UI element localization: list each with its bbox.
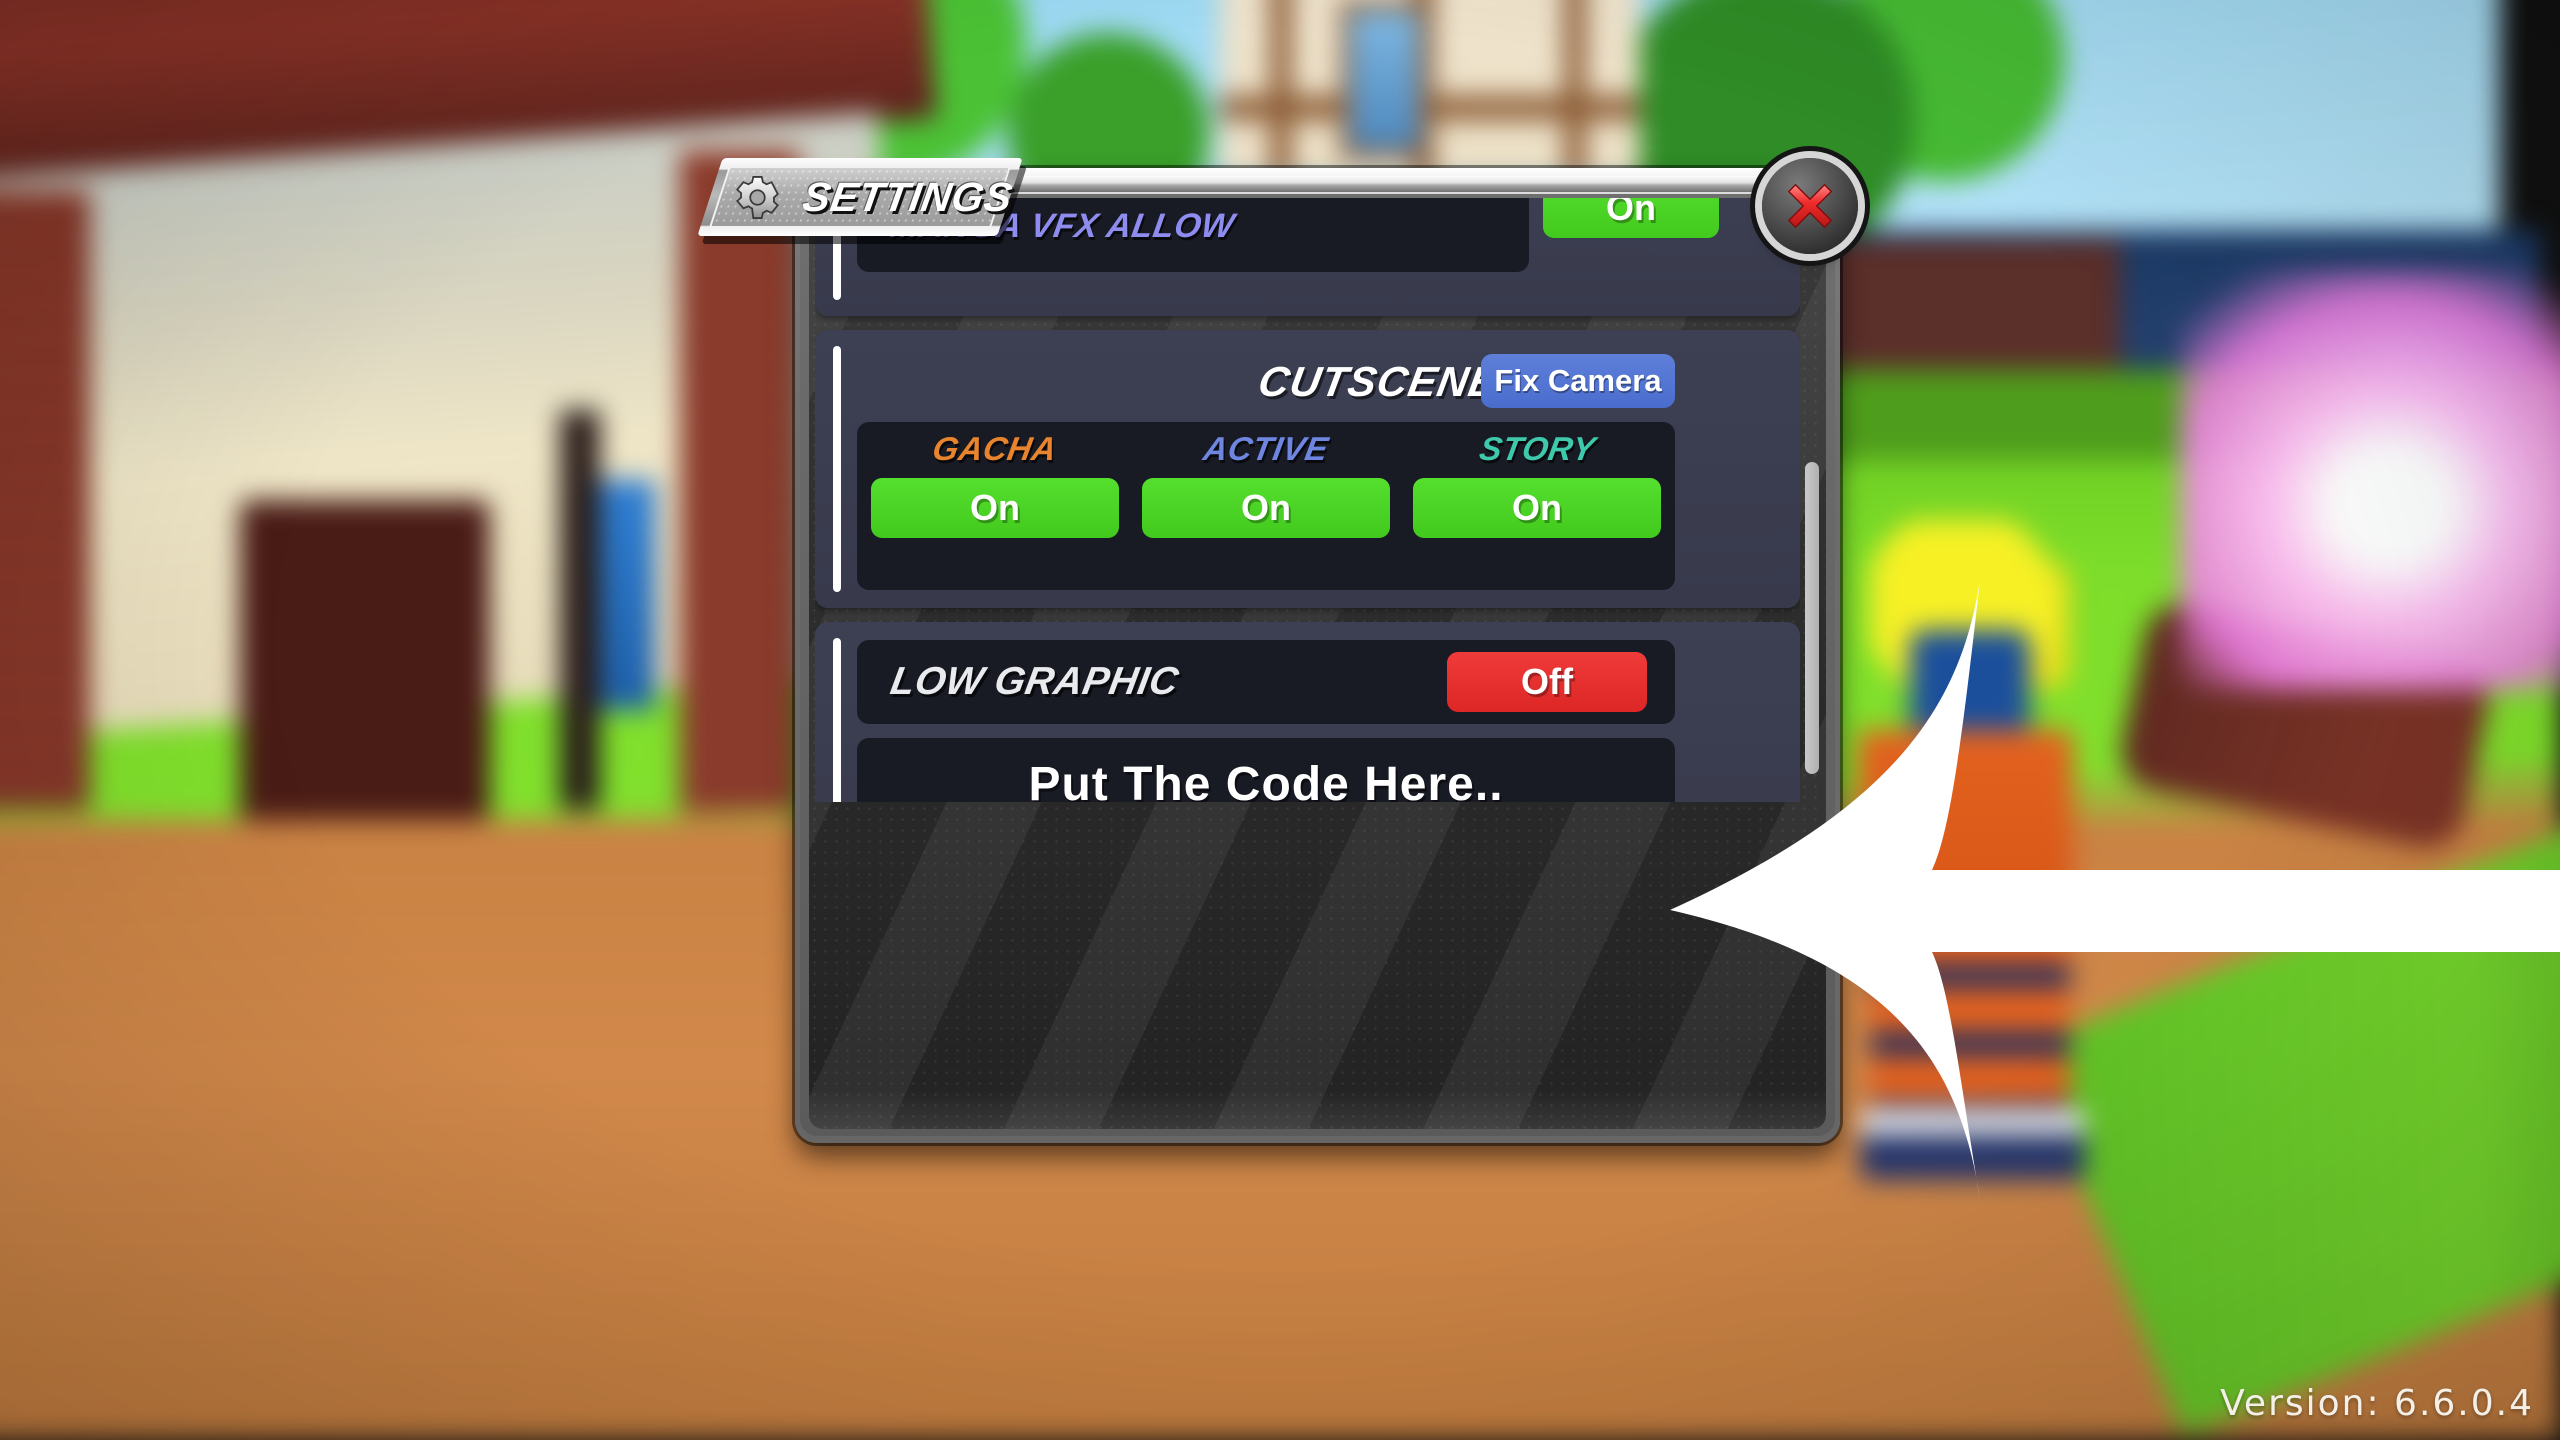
cutscene-column-story: STORY On — [1413, 422, 1661, 590]
settings-scrollbar-thumb[interactable] — [1805, 462, 1819, 774]
cutscene-section-card: CUTSCENE Fix Camera GACHA On ACTIVE On S… — [815, 330, 1800, 608]
fix-camera-button[interactable]: Fix Camera — [1481, 354, 1675, 408]
low-graphic-toggle[interactable]: Off — [1447, 652, 1647, 712]
settings-title-tab: SETTINGS — [697, 158, 1023, 236]
graphic-section-card: LOW GRAPHIC Off Put The Code Here.. — [815, 622, 1800, 802]
active-toggle[interactable]: On — [1142, 478, 1390, 538]
story-label: STORY — [1476, 430, 1598, 467]
panel-shell: EFFECTS. MANGA VFX ALLOW On CUTSCENE Fix… — [795, 168, 1840, 1143]
close-x-icon — [1787, 183, 1833, 229]
gacha-toggle[interactable]: On — [871, 478, 1119, 538]
code-input-placeholder: Put The Code Here.. — [1028, 757, 1504, 803]
title-slash-divider — [782, 174, 796, 220]
title-tab-content: SETTINGS — [710, 158, 1016, 236]
settings-title-text: SETTINGS — [799, 173, 1016, 220]
story-toggle[interactable]: On — [1413, 478, 1661, 538]
settings-panel: EFFECTS. MANGA VFX ALLOW On CUTSCENE Fix… — [795, 168, 1840, 1143]
code-input-field[interactable]: Put The Code Here.. — [857, 738, 1675, 802]
gear-icon — [736, 175, 779, 219]
low-graphic-row: LOW GRAPHIC Off — [857, 640, 1675, 724]
settings-scrollbar-track[interactable] — [1804, 204, 1820, 798]
section-accent-bar — [833, 638, 841, 802]
active-label: ACTIVE — [1200, 430, 1332, 467]
settings-scroll-view[interactable]: EFFECTS. MANGA VFX ALLOW On CUTSCENE Fix… — [815, 198, 1800, 802]
gacha-label: GACHA — [930, 430, 1061, 467]
close-button[interactable] — [1762, 158, 1858, 254]
low-graphic-label: LOW GRAPHIC — [887, 660, 1183, 703]
panel-bottom-glow — [809, 1089, 1826, 1129]
section-accent-bar — [833, 346, 841, 592]
cutscene-column-active: ACTIVE On — [1142, 422, 1390, 590]
cutscene-column-gacha: GACHA On — [871, 422, 1119, 590]
manga-vfx-allow-toggle[interactable]: On — [1543, 198, 1719, 238]
version-label: Version: 6.6.0.4 — [2220, 1383, 2534, 1424]
cutscene-toggle-grid: GACHA On ACTIVE On STORY On — [857, 422, 1675, 590]
cutscene-title: CUTSCENE — [1254, 358, 1503, 405]
